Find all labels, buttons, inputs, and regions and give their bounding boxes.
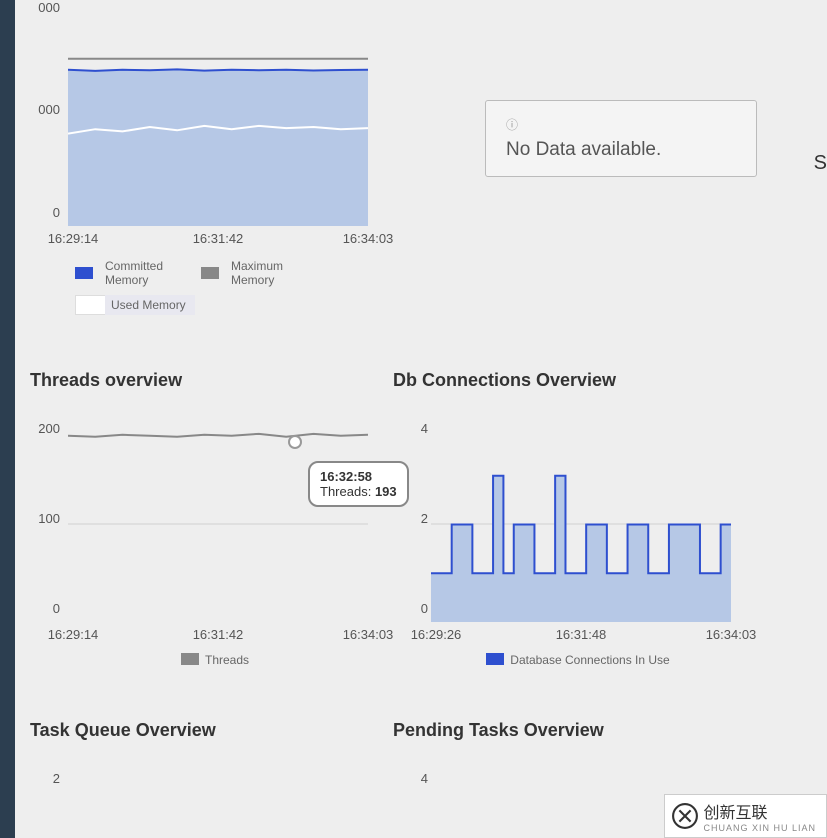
sidebar-stub: [0, 0, 15, 838]
panel-threads: Threads overview 200 100 0 16:32:58 Thre…: [30, 370, 400, 667]
legend-label: Database Connections In Use: [510, 653, 669, 667]
dbconn-chart[interactable]: 4 2 0 16:29:26 16:31:48 16:34:03 Databas…: [393, 421, 763, 667]
legend-label: Used Memory: [105, 295, 195, 315]
brand-logo-icon: [671, 802, 699, 830]
panel-dbconn: Db Connections Overview 4 2 0 16:29:26 1…: [393, 370, 763, 667]
tooltip-label: Threads:: [320, 484, 371, 499]
memory-legend: Committed Memory Maximum Memory Used Mem…: [75, 259, 400, 315]
xtick: 16:31:48: [551, 627, 611, 642]
legend-swatch: [486, 653, 504, 665]
ytick: 2: [20, 771, 60, 786]
panel-memory: 000 000 0 16:29:14 16:31:42 16:34:03: [30, 0, 400, 315]
ytick: 000: [20, 0, 60, 15]
xtick: 16:29:14: [43, 231, 103, 246]
memory-svg: [68, 6, 368, 226]
no-data-panel: ⓘ No Data available.: [485, 100, 757, 177]
edge-letter: S: [814, 152, 827, 175]
threads-svg: [68, 427, 368, 622]
ytick: 100: [20, 511, 60, 526]
ytick: 000: [20, 102, 60, 117]
threads-chart[interactable]: 200 100 0 16:32:58 Threads: 193 16:29:14…: [30, 421, 400, 667]
dbconn-svg: [431, 427, 731, 622]
memory-chart[interactable]: 000 000 0 16:29:14 16:31:42 16:34:03: [30, 0, 400, 315]
xtick: 16:29:26: [406, 627, 466, 642]
ytick: 0: [20, 205, 60, 220]
legend-swatch: [201, 267, 219, 279]
legend-swatch: [181, 653, 199, 665]
legend-label: Threads: [205, 653, 249, 667]
xtick: 16:31:42: [188, 627, 248, 642]
panel-title: Pending Tasks Overview: [393, 720, 763, 741]
ytick: 4: [388, 421, 428, 436]
tooltip-time: 16:32:58: [320, 469, 372, 484]
panel-taskqueue: Task Queue Overview 2: [30, 720, 400, 771]
legend-label: Committed Memory: [105, 259, 195, 287]
xtick: 16:34:03: [701, 627, 761, 642]
legend-swatch: [75, 295, 107, 315]
ytick: 200: [20, 421, 60, 436]
legend-swatch: [75, 267, 93, 279]
xtick: 16:29:14: [43, 627, 103, 642]
panel-title: Db Connections Overview: [393, 370, 763, 391]
hover-marker: [288, 435, 302, 449]
ytick: 0: [20, 601, 60, 616]
panel-pending: Pending Tasks Overview 4: [393, 720, 763, 771]
xtick: 16:31:42: [188, 231, 248, 246]
no-data-text: No Data available.: [506, 139, 661, 160]
dashboard-content: 000 000 0 16:29:14 16:31:42 16:34:03: [15, 0, 827, 838]
threads-legend: Threads: [30, 653, 400, 667]
ytick: 4: [388, 771, 428, 786]
panel-title: Task Queue Overview: [30, 720, 400, 741]
xtick: 16:34:03: [338, 627, 398, 642]
ytick: 2: [388, 511, 428, 526]
xtick: 16:34:03: [338, 231, 398, 246]
panel-title: Threads overview: [30, 370, 400, 391]
brand-sub: CHUANG XIN HU LIAN: [703, 823, 816, 833]
ytick: 0: [388, 601, 428, 616]
legend-label: Maximum Memory: [231, 259, 321, 287]
brand-name: 创新互联: [703, 805, 767, 822]
info-icon: ⓘ: [506, 116, 736, 133]
dbconn-legend: Database Connections In Use: [393, 653, 763, 667]
brand-tag: 创新互联 CHUANG XIN HU LIAN: [664, 794, 827, 838]
